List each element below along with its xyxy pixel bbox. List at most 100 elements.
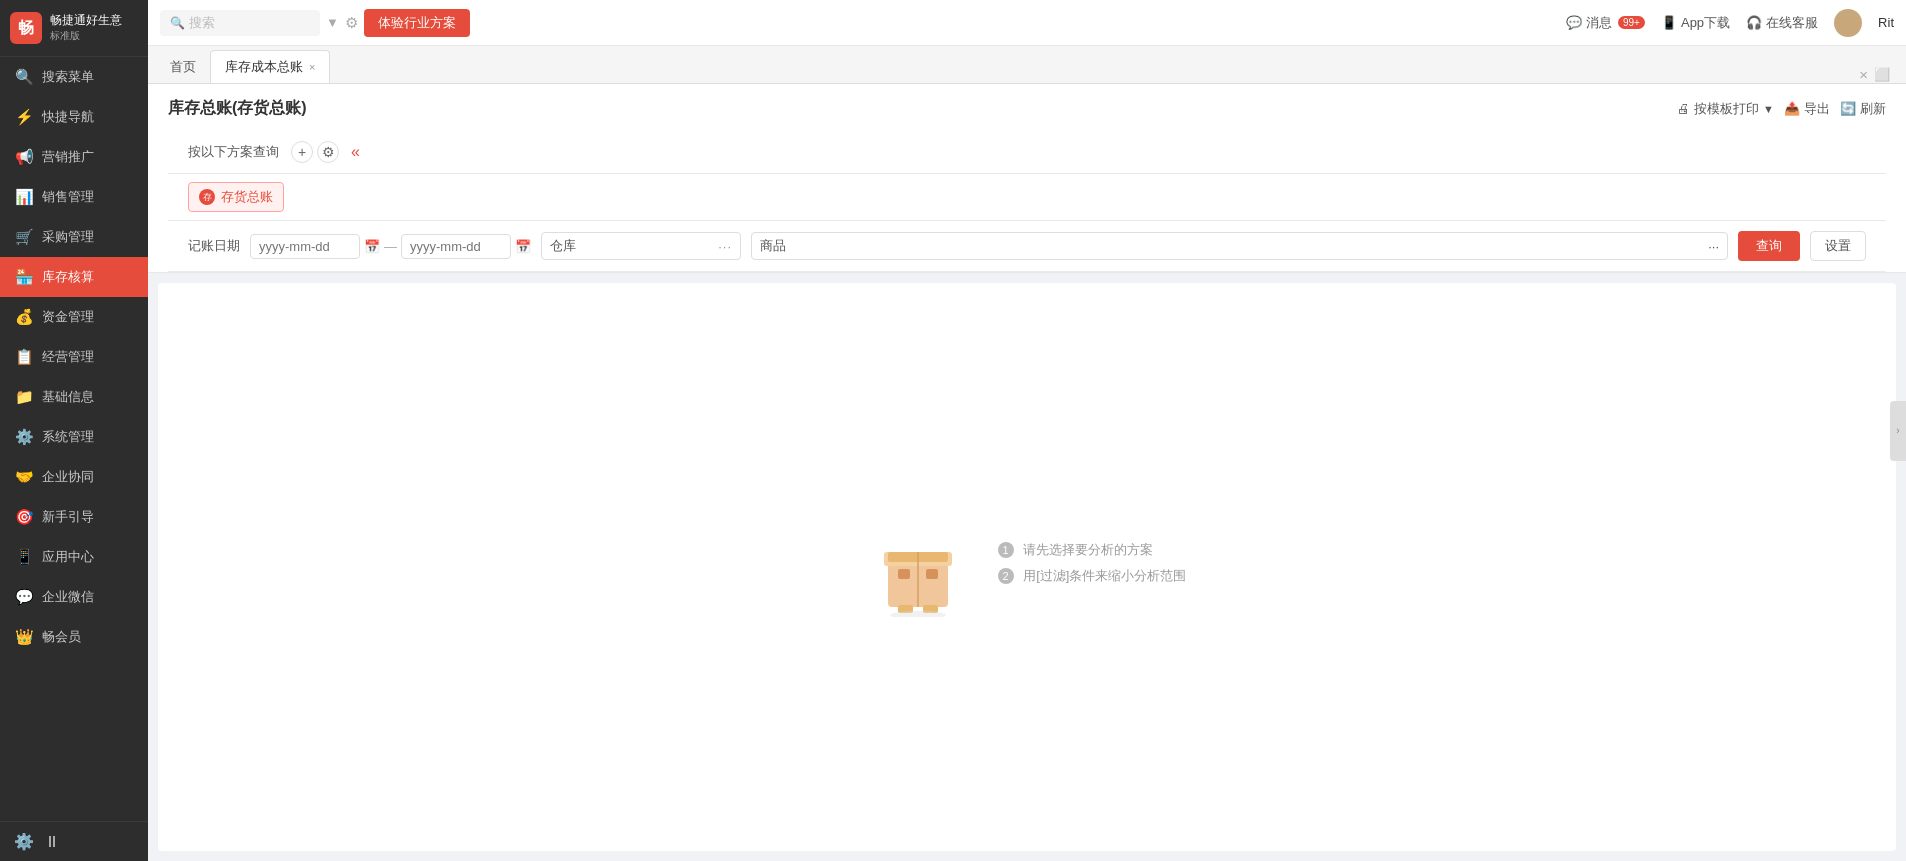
filter-manage-button[interactable]: ⚙ [317,141,339,163]
inventory-icon: 🏪 [14,267,34,287]
message-badge: 99+ [1618,16,1645,29]
empty-illustration [868,517,968,617]
sidebar-item-cooperation[interactable]: 🤝 企业协同 [0,457,148,497]
tab-home-label: 首页 [170,58,196,76]
export-button[interactable]: 📤 导出 [1784,100,1830,118]
tab-home[interactable]: 首页 [156,51,210,83]
settings-icon[interactable]: ⚙️ [14,832,34,851]
sidebar-item-label: 系统管理 [42,428,94,446]
operations-icon: 📋 [14,347,34,367]
query-button[interactable]: 查询 [1738,231,1800,261]
topbar-search-area[interactable]: 🔍 搜索 [160,10,320,36]
scheme-selector: 存 存货总账 [168,174,1886,221]
app-download-label: App下载 [1681,14,1730,32]
sales-icon: 📊 [14,187,34,207]
sidebar-item-system[interactable]: ⚙️ 系统管理 [0,417,148,457]
sidebar-item-label: 采购管理 [42,228,94,246]
scheme-icon: 存 [199,189,215,205]
export-label: 导出 [1804,100,1830,118]
warehouse-dots: ··· [718,239,732,254]
scheme-item-inventory[interactable]: 存 存货总账 [188,182,284,212]
print-icon: 🖨 [1677,101,1690,116]
sidebar-item-search[interactable]: 🔍 搜索菜单 [0,57,148,97]
filter-collapse-button[interactable]: « [351,143,360,161]
system-icon: ⚙️ [14,427,34,447]
search-icon: 🔍 [170,16,185,30]
basic-icon: 📁 [14,387,34,407]
sidebar-item-purchase[interactable]: 🛒 采购管理 [0,217,148,257]
page-header-actions: 🖨 按模板打印 ▼ 📤 导出 🔄 刷新 [1677,100,1886,118]
app-icon: 📱 [1661,15,1677,30]
sidebar-item-basic[interactable]: 📁 基础信息 [0,377,148,417]
print-button[interactable]: 🖨 按模板打印 ▼ [1677,100,1774,118]
sidebar-item-sales[interactable]: 📊 销售管理 [0,177,148,217]
warehouse-select[interactable]: 仓库 ··· [541,232,741,260]
sidebar-item-operations[interactable]: 📋 经营管理 [0,337,148,377]
print-label: 按模板打印 [1694,100,1759,118]
date-label: 记账日期 [188,237,240,255]
refresh-icon: 🔄 [1840,101,1856,116]
message-button[interactable]: 💬 消息 99+ [1566,14,1645,32]
date-start-input[interactable] [250,234,360,259]
logo-text: 畅捷通好生意 [50,13,122,29]
close-tab-icon[interactable]: × [309,61,315,73]
topbar: 🔍 搜索 ▼ ⚙ 体验行业方案 💬 消息 99+ 📱 App下载 🎧 在线客服 … [148,0,1906,46]
online-service-button[interactable]: 🎧 在线客服 [1746,14,1818,32]
svg-rect-4 [898,569,910,579]
date-end-input[interactable] [401,234,511,259]
page-title: 库存总账(存货总账) [168,98,307,119]
tab-inventory-cost[interactable]: 库存成本总账 × [210,50,330,83]
content-area: 库存总账(存货总账) 🖨 按模板打印 ▼ 📤 导出 🔄 刷新 [148,84,1906,861]
panel-close-icon[interactable]: × [1859,66,1868,83]
collapse-icon[interactable]: ⏸ [44,833,60,851]
dropdown-arrow-icon[interactable]: ▼ [326,15,339,30]
sidebar-item-marketing[interactable]: 📢 营销推广 [0,137,148,177]
sidebar-item-quicknav[interactable]: ⚡ 快捷导航 [0,97,148,137]
empty-hint1: 1 请先选择要分析的方案 [998,541,1187,559]
member-icon: 👑 [14,627,34,647]
user-avatar[interactable] [1834,9,1862,37]
refresh-label: 刷新 [1860,100,1886,118]
headset-icon: 🎧 [1746,15,1762,30]
product-select[interactable]: 商品 ··· [751,232,1728,260]
print-dropdown-icon[interactable]: ▼ [1763,103,1774,115]
sidebar-item-guide[interactable]: 🎯 新手引导 [0,497,148,537]
panel-resize-icon[interactable]: ⬜ [1874,67,1890,82]
empty-hint2: 2 用[过滤]条件来缩小分析范围 [998,567,1187,585]
sidebar-item-label: 应用中心 [42,548,94,566]
product-label: 商品 [760,237,786,255]
right-panel-toggle[interactable]: › [1890,401,1906,461]
industry-button[interactable]: 体验行业方案 [364,9,470,37]
refresh-button[interactable]: 🔄 刷新 [1840,100,1886,118]
marketing-icon: 📢 [14,147,34,167]
query-bar: 记账日期 📅 — 📅 仓库 ··· 商品 ··· 查询 设置 [168,221,1886,272]
sidebar-item-label: 基础信息 [42,388,94,406]
wechat-icon: 💬 [14,587,34,607]
sidebar-item-member[interactable]: 👑 畅会员 [0,617,148,657]
sidebar-item-label: 资金管理 [42,308,94,326]
calendar-start-icon[interactable]: 📅 [364,239,380,254]
finance-icon: 💰 [14,307,34,327]
app-download-button[interactable]: 📱 App下载 [1661,14,1730,32]
search-icon: 🔍 [14,67,34,87]
topbar-right: 💬 消息 99+ 📱 App下载 🎧 在线客服 Rit [1566,9,1894,37]
sidebar-item-finance[interactable]: 💰 资金管理 [0,297,148,337]
quicknav-icon: ⚡ [14,107,34,127]
topbar-left: 🔍 搜索 ▼ ⚙ 体验行业方案 [160,9,1558,37]
sidebar-item-inventory[interactable]: 🏪 库存核算 [0,257,148,297]
setting-button[interactable]: 设置 [1810,231,1866,261]
calendar-end-icon[interactable]: 📅 [515,239,531,254]
sidebar-item-label: 快捷导航 [42,108,94,126]
sidebar-item-label: 库存核算 [42,268,94,286]
gear-icon[interactable]: ⚙ [345,14,358,32]
tab-inventory-cost-label: 库存成本总账 [225,58,303,76]
sidebar-item-label: 企业微信 [42,588,94,606]
sidebar-item-label: 营销推广 [42,148,94,166]
export-icon: 📤 [1784,101,1800,116]
main-area: 🔍 搜索 ▼ ⚙ 体验行业方案 💬 消息 99+ 📱 App下载 🎧 在线客服 … [148,0,1906,861]
app-logo: 畅 畅捷通好生意 标准版 [0,0,148,57]
sidebar-item-wechat[interactable]: 💬 企业微信 [0,577,148,617]
sidebar-scroll: 🔍 搜索菜单 ⚡ 快捷导航 📢 营销推广 📊 销售管理 🛒 采购管理 🏪 库存核… [0,57,148,821]
filter-add-button[interactable]: + [291,141,313,163]
sidebar-item-appcenter[interactable]: 📱 应用中心 [0,537,148,577]
